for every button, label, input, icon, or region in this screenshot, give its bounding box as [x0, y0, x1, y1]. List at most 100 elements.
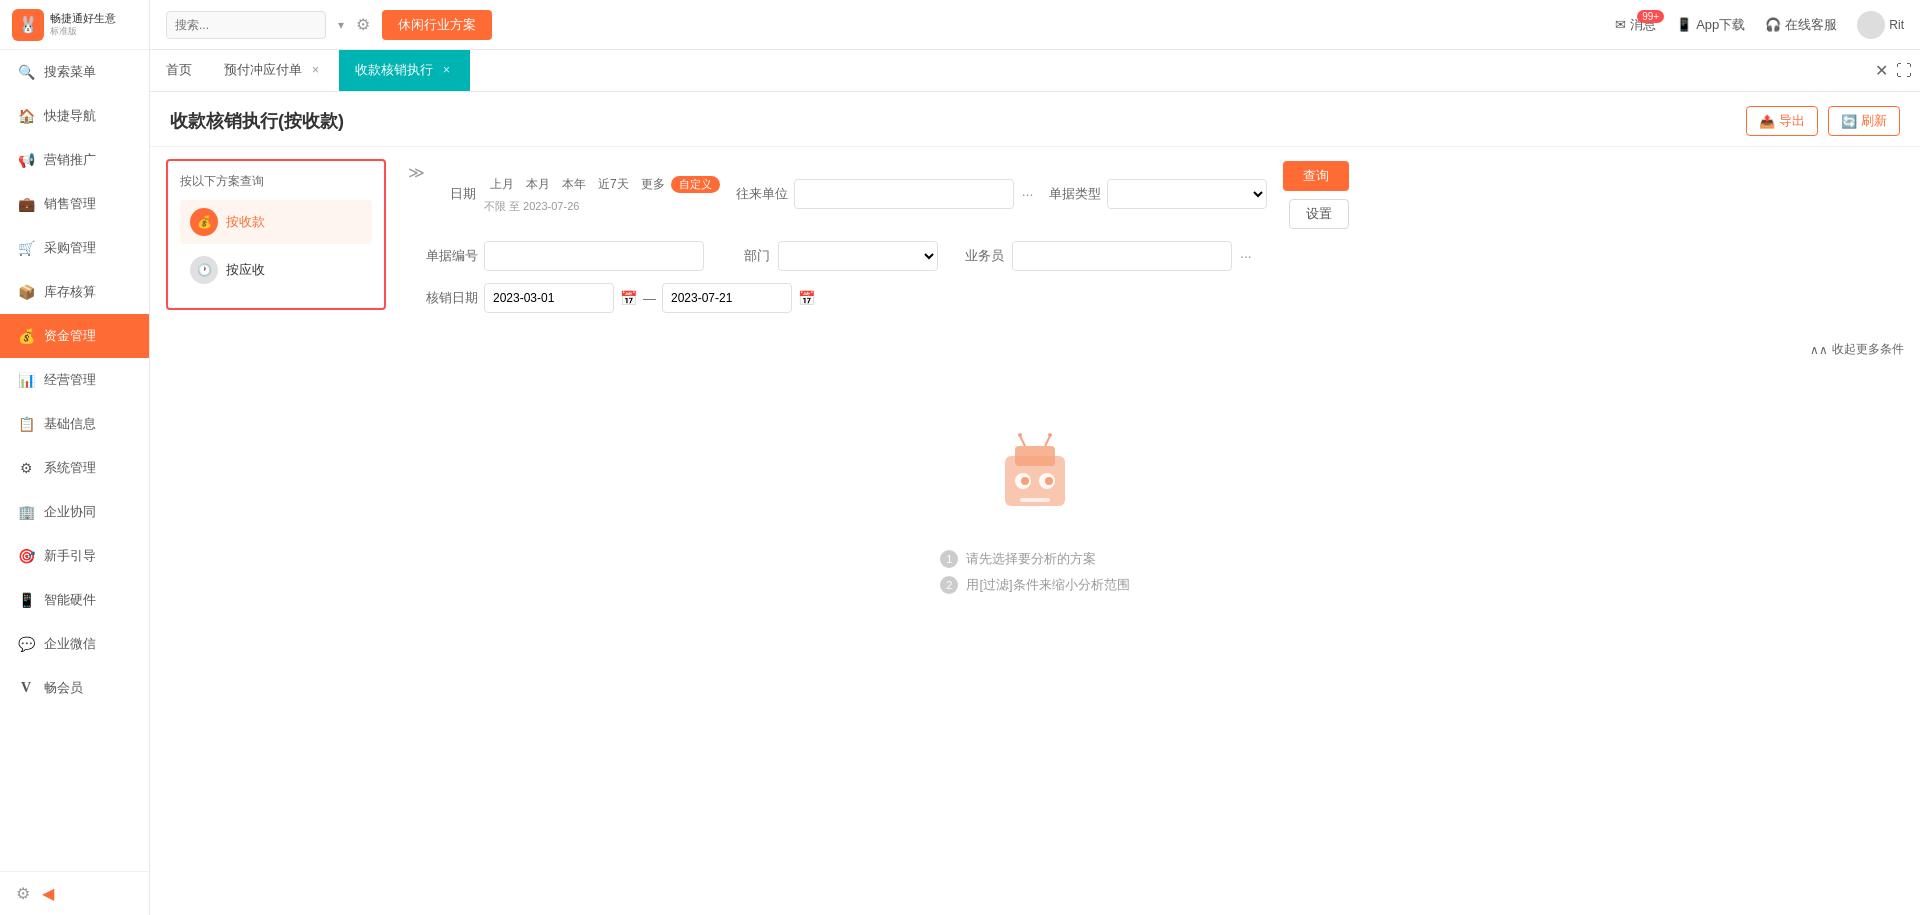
- doc-num-label: 单据编号: [426, 247, 476, 265]
- tab-prepay[interactable]: 预付冲应付单 ×: [208, 50, 339, 91]
- svg-line-9: [1045, 436, 1050, 446]
- export-label: 导出: [1779, 112, 1805, 130]
- dept-label: 部门: [720, 247, 770, 265]
- guide-icon: 🎯: [16, 546, 36, 566]
- inventory-icon: 📦: [16, 282, 36, 302]
- refresh-button[interactable]: 🔄 刷新: [1828, 106, 1900, 136]
- tab-maximize-btn[interactable]: ⛶: [1896, 62, 1912, 80]
- sidebar-item-guide[interactable]: 🎯 新手引导: [0, 534, 149, 578]
- date-custom-badge[interactable]: 自定义: [671, 176, 720, 193]
- filter-option-by-receivable[interactable]: 🕐 按应收: [180, 248, 372, 292]
- sidebar-item-system-label: 系统管理: [44, 459, 96, 477]
- message-badge-item[interactable]: ✉ 消息 99+: [1615, 16, 1656, 34]
- date-field: 日期 上月 本月 本年 近7天 更多 自定义 不限 至: [426, 174, 720, 214]
- dept-select[interactable]: [778, 241, 938, 271]
- sidebar-item-quick-nav[interactable]: 🏠 快捷导航: [0, 94, 149, 138]
- user-area[interactable]: Rit: [1857, 11, 1904, 39]
- app-download-item[interactable]: 📱 App下载: [1676, 16, 1745, 34]
- sidebar-item-quick-nav-label: 快捷导航: [44, 107, 96, 125]
- partner-input[interactable]: [794, 179, 1014, 209]
- sidebar-logo: 🐰 畅捷通好生意 标准版: [0, 0, 149, 50]
- topbar-right: ✉ 消息 99+ 📱 App下载 🎧 在线客服 Rit: [1615, 11, 1904, 39]
- export-button[interactable]: 📤 导出: [1746, 106, 1818, 136]
- settings-button[interactable]: 设置: [1289, 199, 1349, 229]
- sidebar-item-search[interactable]: 🔍 搜索菜单: [0, 50, 149, 94]
- date-no-limit: 不限 至 2023-07-26: [484, 199, 720, 214]
- online-service-item[interactable]: 🎧 在线客服: [1765, 16, 1837, 34]
- doc-type-select[interactable]: [1107, 179, 1267, 209]
- sidebar-item-inventory-label: 库存核算: [44, 283, 96, 301]
- sidebar-item-wechat[interactable]: 💬 企业微信: [0, 622, 149, 666]
- service-icon: 🎧: [1765, 17, 1781, 32]
- collection-option-label: 按收款: [226, 213, 265, 231]
- receivable-option-icon: 🕐: [190, 256, 218, 284]
- search-nav-icon: 🔍: [16, 62, 36, 82]
- finance-icon: 💰: [16, 326, 36, 346]
- date-btn-more[interactable]: 更多: [635, 174, 671, 195]
- main-area: ▾ ⚙ 休闲行业方案 ✉ 消息 99+ 📱 App下载 🎧 在线客服 Rit: [150, 0, 1920, 915]
- sidebar-item-inventory[interactable]: 📦 库存核算: [0, 270, 149, 314]
- svg-point-10: [1048, 433, 1052, 437]
- staff-label: 业务员: [954, 247, 1004, 265]
- tab-prepay-close[interactable]: ×: [308, 61, 323, 79]
- tab-home-label: 首页: [166, 61, 192, 79]
- tab-collection[interactable]: 收款核销执行 ×: [339, 50, 470, 91]
- sidebar-item-system[interactable]: ⚙ 系统管理: [0, 446, 149, 490]
- verify-date-end-input[interactable]: [662, 283, 792, 313]
- filter-option-by-collection[interactable]: 💰 按收款: [180, 200, 372, 244]
- tab-prepay-label: 预付冲应付单: [224, 61, 302, 79]
- empty-state: 1 请先选择要分析的方案 2 用[过滤]条件来缩小分析范围: [150, 366, 1920, 658]
- topbar-search-input[interactable]: [166, 11, 326, 39]
- tab-close-all-btn[interactable]: ✕: [1875, 61, 1888, 80]
- tip-item-2: 2 用[过滤]条件来缩小分析范围: [940, 572, 1129, 598]
- collapse-more-bar[interactable]: ∧∧ 收起更多条件: [150, 337, 1920, 366]
- tabbar-actions: ✕ ⛶: [1875, 50, 1920, 91]
- sidebar-item-member[interactable]: V 畅会员: [0, 666, 149, 710]
- sidebar-item-finance[interactable]: 💰 资金管理: [0, 314, 149, 358]
- sidebar-settings-icon[interactable]: ⚙: [16, 884, 30, 903]
- partner-dots[interactable]: ···: [1022, 186, 1034, 202]
- topbar-gear-icon[interactable]: ⚙: [356, 15, 370, 34]
- sidebar-item-purchase[interactable]: 🛒 采购管理: [0, 226, 149, 270]
- sidebar-item-marketing[interactable]: 📢 营销推广: [0, 138, 149, 182]
- quick-nav-icon: 🏠: [16, 106, 36, 126]
- date-btn-this-year[interactable]: 本年: [556, 174, 592, 195]
- sidebar-item-hardware[interactable]: 📱 智能硬件: [0, 578, 149, 622]
- page-title: 收款核销执行(按收款): [170, 109, 344, 133]
- sidebar-item-sales[interactable]: 💼 销售管理: [0, 182, 149, 226]
- tabbar: 首页 预付冲应付单 × 收款核销执行 × ✕ ⛶: [150, 50, 1920, 92]
- sidebar-item-purchase-label: 采购管理: [44, 239, 96, 257]
- date-btn-7days[interactable]: 近7天: [592, 174, 635, 195]
- date-range-separator: —: [643, 291, 656, 306]
- logo-icon: 🐰: [12, 9, 44, 41]
- tip-text-2: 用[过滤]条件来缩小分析范围: [966, 572, 1129, 598]
- date-btn-last-month[interactable]: 上月: [484, 174, 520, 195]
- staff-dots[interactable]: ···: [1240, 248, 1252, 264]
- query-button[interactable]: 查询: [1283, 161, 1349, 191]
- sidebar-item-hardware-label: 智能硬件: [44, 591, 96, 609]
- sidebar-item-enterprise[interactable]: 🏢 企业协同: [0, 490, 149, 534]
- staff-input[interactable]: [1012, 241, 1232, 271]
- panel-collapse-btn[interactable]: ≫: [406, 163, 426, 182]
- sidebar-item-member-label: 畅会员: [44, 679, 83, 697]
- online-service-label: 在线客服: [1785, 16, 1837, 34]
- date-btn-this-month[interactable]: 本月: [520, 174, 556, 195]
- sidebar-item-basic-info-label: 基础信息: [44, 415, 96, 433]
- filter-row-1: 日期 上月 本月 本年 近7天 更多 自定义 不限 至: [426, 159, 1904, 229]
- sidebar-collapse-icon[interactable]: ◀: [42, 884, 54, 903]
- refresh-label: 刷新: [1861, 112, 1887, 130]
- doc-num-input[interactable]: [484, 241, 704, 271]
- page-inner: 收款核销执行(按收款) 📤 导出 🔄 刷新 按以下: [150, 92, 1920, 915]
- verify-date-start-input[interactable]: [484, 283, 614, 313]
- verify-date-end-calendar-icon[interactable]: 📅: [798, 290, 815, 306]
- sidebar-item-basic-info[interactable]: 📋 基础信息: [0, 402, 149, 446]
- solution-button[interactable]: 休闲行业方案: [382, 10, 492, 40]
- tab-collection-close[interactable]: ×: [439, 61, 454, 79]
- verify-date-start-calendar-icon[interactable]: 📅: [620, 290, 637, 306]
- operations-icon: 📊: [16, 370, 36, 390]
- staff-field: 业务员 ···: [954, 241, 1252, 271]
- topbar-dropdown-icon[interactable]: ▾: [338, 18, 344, 32]
- sidebar-item-operations[interactable]: 📊 经营管理: [0, 358, 149, 402]
- hardware-icon: 📱: [16, 590, 36, 610]
- tab-home[interactable]: 首页: [150, 50, 208, 91]
